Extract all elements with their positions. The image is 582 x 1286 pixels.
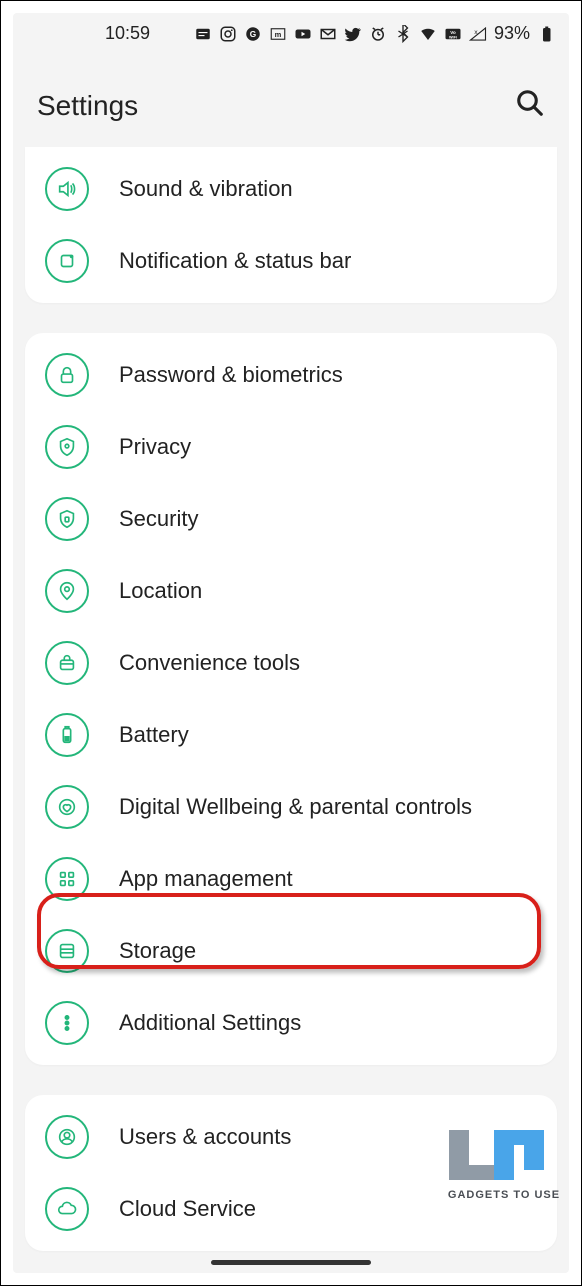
gmail-icon [319,25,337,43]
tools-icon [45,641,89,685]
settings-item-label: App management [119,866,293,892]
phone-frame: 10:59 G m VoWiFi x 93% Settings Sound & … [13,13,569,1273]
g-icon: G [244,25,262,43]
settings-item-cloud[interactable]: Cloud Service [25,1173,557,1245]
settings-group: Sound & vibration Notification & status … [25,147,557,303]
settings-item-label: Sound & vibration [119,176,293,202]
instagram-icon [219,25,237,43]
twitter-icon [344,25,362,43]
youtube-icon [294,25,312,43]
settings-group: Password & biometrics Privacy Security L… [25,333,557,1065]
settings-content[interactable]: Sound & vibration Notification & status … [13,147,569,1251]
svg-text:Vo: Vo [450,30,456,35]
svg-text:WiFi: WiFi [449,35,457,39]
message-icon [194,25,212,43]
settings-item-app-management[interactable]: App management [25,843,557,915]
settings-item-label: Digital Wellbeing & parental controls [119,794,472,820]
lock-icon [45,353,89,397]
settings-item-location[interactable]: Location [25,555,557,627]
settings-item-label: Password & biometrics [119,362,343,388]
more-icon [45,1001,89,1045]
battery-icon [537,25,555,43]
m-icon: m [269,25,287,43]
settings-item-label: Storage [119,938,196,964]
settings-item-tools[interactable]: Convenience tools [25,627,557,699]
settings-item-battery[interactable]: Battery [25,699,557,771]
location-icon [45,569,89,613]
settings-item-notification[interactable]: Notification & status bar [25,225,557,297]
cloud-icon [45,1187,89,1231]
page-header: Settings [13,52,569,151]
settings-group: Users & accounts Cloud Service [25,1095,557,1251]
settings-item-label: Convenience tools [119,650,300,676]
notification-icon [45,239,89,283]
settings-item-label: Privacy [119,434,191,460]
settings-item-label: Notification & status bar [119,248,351,274]
search-button[interactable] [515,88,545,123]
wellbeing-icon [45,785,89,829]
storage-icon [45,929,89,973]
battery-percentage: 93% [494,23,530,44]
alarm-icon [369,25,387,43]
status-time: 10:59 [105,23,150,44]
apps-icon [45,857,89,901]
privacy-icon [45,425,89,469]
signal-icon: x [469,25,487,43]
settings-item-users[interactable]: Users & accounts [25,1101,557,1173]
search-icon [515,88,545,118]
settings-item-label: Location [119,578,202,604]
settings-item-storage[interactable]: Storage [25,915,557,987]
sound-icon [45,167,89,211]
settings-item-label: Security [119,506,198,532]
settings-item-label: Users & accounts [119,1124,291,1150]
bluetooth-icon [394,25,412,43]
battery-icon [45,713,89,757]
wifi-icon [419,25,437,43]
settings-item-additional[interactable]: Additional Settings [25,987,557,1059]
settings-item-security[interactable]: Security [25,483,557,555]
users-icon [45,1115,89,1159]
svg-text:G: G [250,30,256,39]
home-indicator[interactable] [211,1260,371,1265]
settings-item-password[interactable]: Password & biometrics [25,339,557,411]
settings-item-label: Battery [119,722,189,748]
settings-item-sound[interactable]: Sound & vibration [25,153,557,225]
vowifi-icon: VoWiFi [444,25,462,43]
page-title: Settings [37,90,138,122]
security-icon [45,497,89,541]
settings-item-wellbeing[interactable]: Digital Wellbeing & parental controls [25,771,557,843]
settings-item-label: Cloud Service [119,1196,256,1222]
svg-text:m: m [275,30,282,39]
status-bar: 10:59 G m VoWiFi x 93% [13,13,569,52]
settings-item-privacy[interactable]: Privacy [25,411,557,483]
settings-item-label: Additional Settings [119,1010,301,1036]
